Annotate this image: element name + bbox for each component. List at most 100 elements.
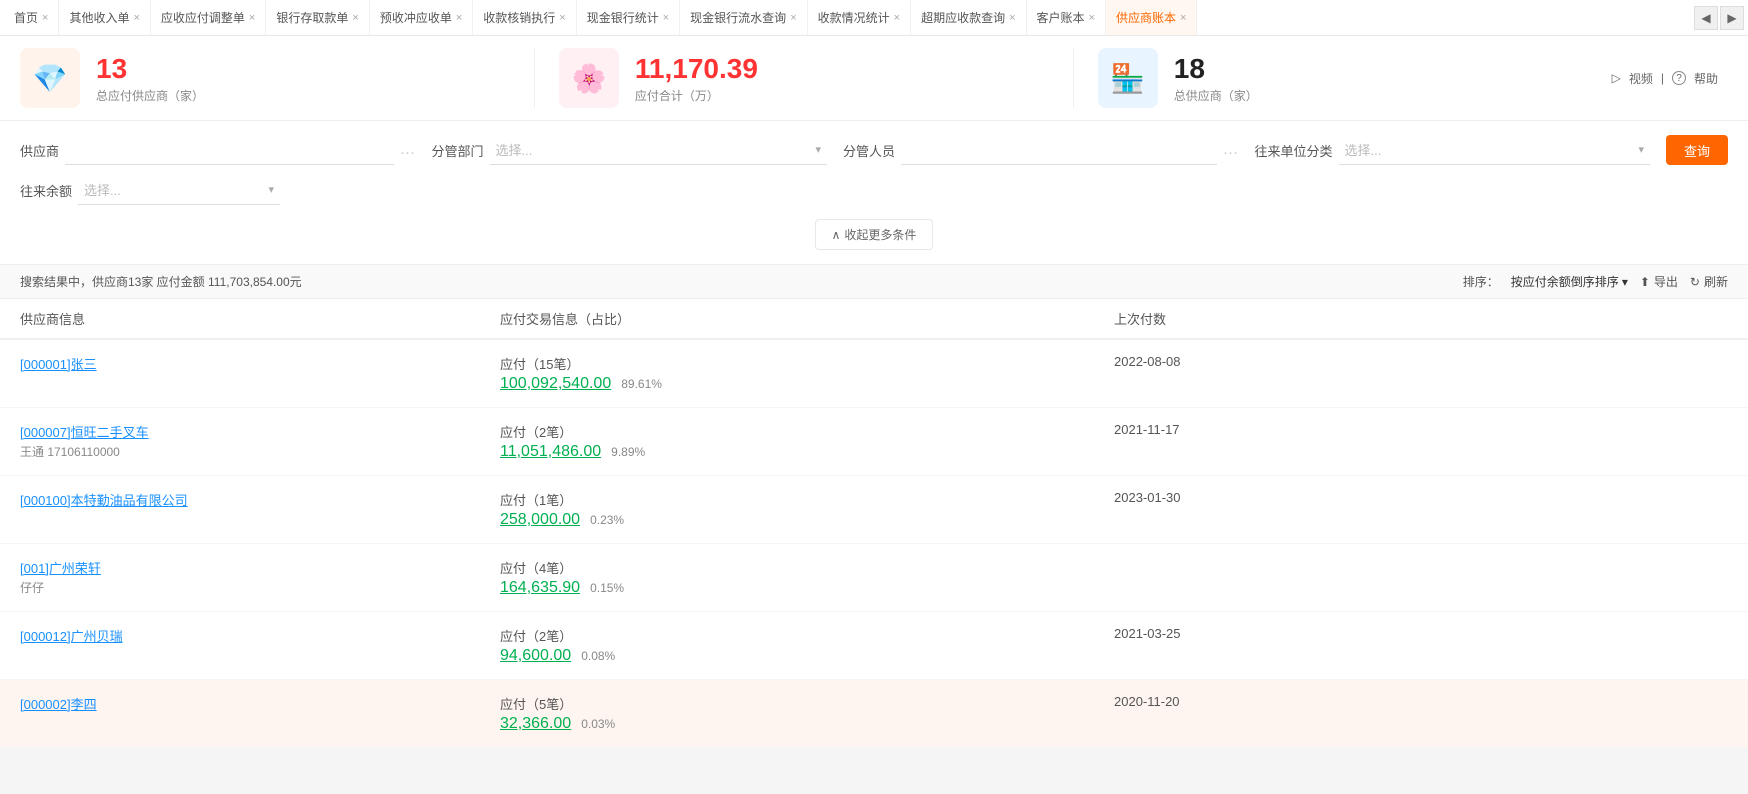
balance-select[interactable]: 选择... ▾: [78, 175, 280, 205]
table-body: [000001]张三 应付（15笔） 100,092,540.00 89.61%…: [0, 340, 1748, 748]
tab-label: 超期应收款查询: [921, 9, 1005, 26]
tx-pct-3: 0.15%: [590, 581, 624, 595]
separator: |: [1661, 71, 1664, 85]
nav-tab-supplier[interactable]: 供应商账本×: [1106, 0, 1197, 36]
tx-info-5: 应付（5笔） 32,366.00 0.03%: [500, 694, 1114, 733]
tab-label: 收款情况统计: [818, 9, 890, 26]
supplier-name-0[interactable]: [000001]张三: [20, 354, 500, 373]
dept-chevron-icon: ▾: [815, 143, 821, 156]
tx-amount-5[interactable]: 32,366.00: [500, 715, 571, 733]
search-button[interactable]: 查询: [1666, 135, 1728, 165]
tx-amount-2[interactable]: 258,000.00: [500, 511, 580, 529]
tx-amount-3[interactable]: 164,635.90: [500, 579, 580, 597]
tab-close-icon[interactable]: ×: [559, 12, 565, 24]
tab-close-icon[interactable]: ×: [249, 12, 255, 24]
nav-tab-bank[interactable]: 银行存取款单×: [266, 0, 369, 36]
table-row: [000002]李四 应付（5笔） 32,366.00 0.03% 2020-1…: [0, 680, 1748, 748]
export-label: 导出: [1654, 273, 1678, 290]
tab-close-icon[interactable]: ×: [352, 12, 358, 24]
tab-label: 现金银行流水查询: [690, 9, 786, 26]
person-input[interactable]: [901, 135, 1216, 165]
supplier-name-3[interactable]: [001]广州荣轩: [20, 558, 500, 577]
tab-close-icon[interactable]: ×: [790, 12, 796, 24]
tx-amount-0[interactable]: 100,092,540.00: [500, 375, 611, 393]
tab-close-icon[interactable]: ×: [42, 12, 48, 24]
nav-tab-adjust[interactable]: 应收应付调整单×: [151, 0, 266, 36]
video-link[interactable]: 视频: [1629, 70, 1653, 87]
nav-tab-home[interactable]: 首页 ×: [4, 0, 59, 36]
filter-area: 供应商 … 分管部门 选择... ▾ 分管人员 … 往来单位分类 选择... ▾: [0, 121, 1748, 265]
person-more-icon[interactable]: …: [1223, 141, 1239, 159]
category-chevron-icon: ▾: [1638, 143, 1644, 156]
supplier-info-5: [000002]李四: [20, 694, 500, 713]
supplier-name-2[interactable]: [000100]本特勤油品有限公司: [20, 490, 500, 509]
col-header-supplier: 供应商信息: [20, 309, 500, 328]
nav-tab-cash-flow[interactable]: 现金银行流水查询 ×: [680, 0, 807, 36]
refresh-icon: ↻: [1690, 275, 1700, 289]
nav-tab-pre-recv[interactable]: 预收冲应收单×: [370, 0, 473, 36]
nav-prev-button[interactable]: ◀: [1694, 6, 1718, 30]
tx-pct-2: 0.23%: [590, 513, 624, 527]
tx-info-2: 应付（1笔） 258,000.00 0.23%: [500, 490, 1114, 529]
tx-pct-5: 0.03%: [581, 717, 615, 731]
supplier-sub-1: 王通 17106110000: [20, 443, 500, 460]
tab-close-icon[interactable]: ×: [1009, 12, 1015, 24]
tab-close-icon[interactable]: ×: [663, 12, 669, 24]
results-bar: 搜索结果中，供应商13家 应付金额 111,703,854.00元 排序： 按应…: [0, 265, 1748, 299]
tx-amount-4[interactable]: 94,600.00: [500, 647, 571, 665]
supplier-input[interactable]: [65, 135, 393, 165]
tx-label-3: 应付（4笔）: [500, 558, 1114, 577]
filter-row-2: 往来余额 选择... ▾: [20, 175, 1728, 205]
nav-tab-recv-exec[interactable]: 收款核销执行×: [473, 0, 576, 36]
stat-label-1: 应付合计（万）: [635, 87, 1049, 104]
nav-tab-overdue[interactable]: 超期应收款查询 ×: [911, 0, 1026, 36]
collapse-button[interactable]: ∧ 收起更多条件: [815, 219, 934, 250]
tab-close-icon[interactable]: ×: [133, 12, 139, 24]
top-right-links: ▷ 视频 | ? 帮助: [1612, 70, 1728, 87]
nav-tab-recv-stat[interactable]: 收款情况统计 ×: [808, 0, 911, 36]
balance-filter: 往来余额 选择... ▾: [20, 175, 280, 205]
top-navigation: 首页×其他收入单×应收应付调整单×银行存取款单×预收冲应收单×收款核销执行×现金…: [0, 0, 1748, 36]
tab-close-icon[interactable]: ×: [1089, 12, 1095, 24]
nav-tab-income[interactable]: 其他收入单×: [59, 0, 150, 36]
tab-close-icon[interactable]: ×: [1180, 12, 1186, 24]
table-row: [000001]张三 应付（15笔） 100,092,540.00 89.61%…: [0, 340, 1748, 408]
sort-chevron-icon: ▾: [1622, 275, 1628, 289]
supplier-name-1[interactable]: [000007]恒旺二手叉车: [20, 422, 500, 441]
nav-next-button[interactable]: ▶: [1720, 6, 1744, 30]
export-button[interactable]: ⬆ 导出: [1640, 273, 1678, 290]
table-row: [000012]广州贝瑞 应付（2笔） 94,600.00 0.08% 2021…: [0, 612, 1748, 680]
data-table: 供应商信息 应付交易信息（占比） 上次付数 [000001]张三 应付（15笔）…: [0, 299, 1748, 748]
dept-select[interactable]: 选择... ▾: [490, 135, 827, 165]
help-link[interactable]: 帮助: [1694, 70, 1718, 87]
supplier-name-4[interactable]: [000012]广州贝瑞: [20, 626, 500, 645]
tx-row-4: 94,600.00 0.08%: [500, 645, 1114, 665]
table-header: 供应商信息 应付交易信息（占比） 上次付数: [0, 299, 1748, 340]
stat-label-0: 总应付供应商（家）: [96, 87, 510, 104]
tab-close-icon[interactable]: ×: [456, 12, 462, 24]
tx-label-2: 应付（1笔）: [500, 490, 1114, 509]
nav-tab-customer[interactable]: 客户账本×: [1027, 0, 1106, 36]
nav-tab-cash-stat[interactable]: 现金银行统计×: [577, 0, 680, 36]
sort-select[interactable]: 按应付余额倒序排序 ▾: [1511, 273, 1628, 290]
table-row: [001]广州荣轩 仔仔 应付（4笔） 164,635.90 0.15%: [0, 544, 1748, 612]
supplier-info-1: [000007]恒旺二手叉车 王通 17106110000: [20, 422, 500, 460]
supplier-more-icon[interactable]: …: [400, 141, 416, 159]
tx-row-3: 164,635.90 0.15%: [500, 577, 1114, 597]
dept-label: 分管部门: [432, 141, 484, 160]
table-row: [000100]本特勤油品有限公司 应付（1笔） 258,000.00 0.23…: [0, 476, 1748, 544]
tx-amount-1[interactable]: 11,051,486.00: [500, 443, 601, 461]
tab-close-icon[interactable]: ×: [894, 12, 900, 24]
stat-icon-0: 💎: [20, 48, 80, 108]
refresh-button[interactable]: ↻ 刷新: [1690, 273, 1728, 290]
tx-row-1: 11,051,486.00 9.89%: [500, 441, 1114, 461]
category-select[interactable]: 选择... ▾: [1339, 135, 1650, 165]
stat-label-2: 总供应商（家）: [1174, 87, 1588, 104]
tab-label: 首页: [14, 9, 38, 26]
balance-label: 往来余额: [20, 181, 72, 200]
supplier-name-5[interactable]: [000002]李四: [20, 694, 500, 713]
supplier-info-4: [000012]广州贝瑞: [20, 626, 500, 645]
category-filter: 往来单位分类 选择... ▾: [1255, 135, 1651, 165]
results-actions: 排序： 按应付余额倒序排序 ▾ ⬆ 导出 ↻ 刷新: [1463, 273, 1728, 290]
filter-row-1: 供应商 … 分管部门 选择... ▾ 分管人员 … 往来单位分类 选择... ▾: [20, 135, 1728, 165]
